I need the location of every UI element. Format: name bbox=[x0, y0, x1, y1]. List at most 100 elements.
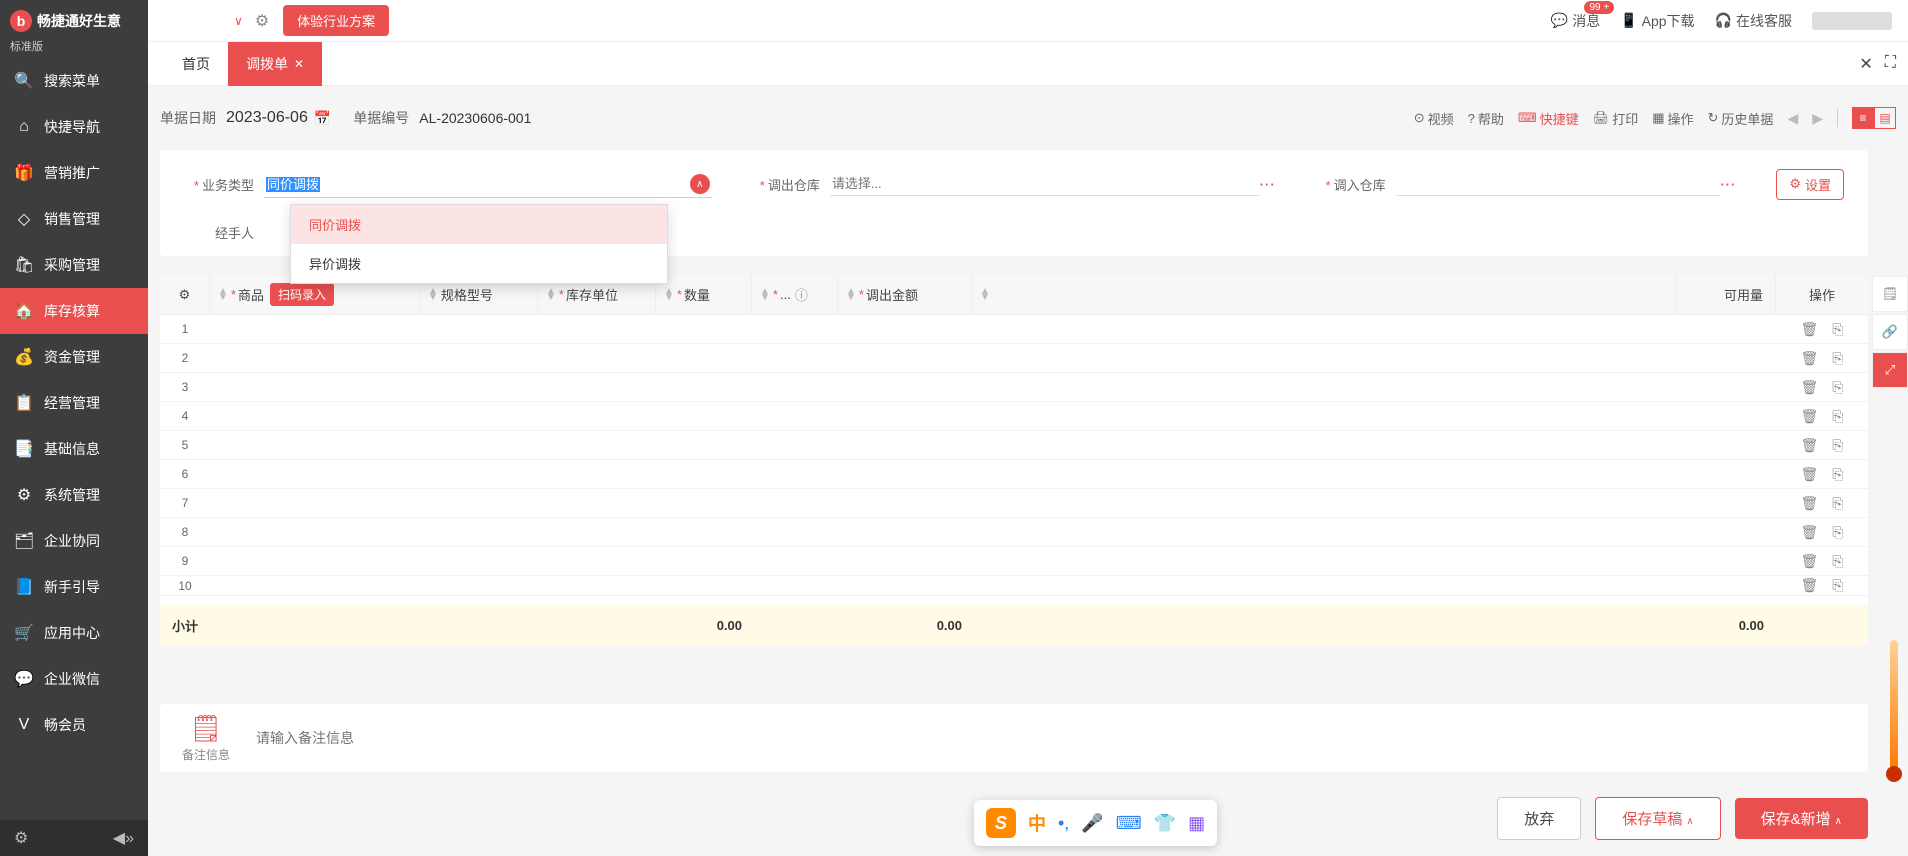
sidebar-item-basicinfo[interactable]: 📑基础信息 bbox=[0, 426, 148, 472]
table-row[interactable]: 8🗑⎘ bbox=[160, 518, 1868, 547]
float-link-icon[interactable]: 🔗 bbox=[1872, 314, 1908, 350]
chevron-down-icon[interactable]: ∨ bbox=[234, 14, 243, 28]
table-row[interactable]: 7🗑⎘ bbox=[160, 489, 1868, 518]
delete-icon[interactable]: 🗑 bbox=[1801, 524, 1819, 541]
collapse-icon[interactable]: ◀» bbox=[113, 828, 134, 848]
copy-icon[interactable]: ⎘ bbox=[1832, 495, 1843, 512]
copy-icon[interactable]: ⎘ bbox=[1832, 577, 1843, 594]
dropdown-option-same-price[interactable]: 同价调拨 bbox=[291, 205, 667, 244]
service-link[interactable]: 🎧 在线客服 bbox=[1715, 11, 1792, 31]
tab-transfer-order[interactable]: 调拨单 ✕ bbox=[228, 42, 322, 86]
table-row[interactable]: 3🗑⎘ bbox=[160, 373, 1868, 402]
copy-icon[interactable]: ⎘ bbox=[1832, 524, 1843, 541]
copy-icon[interactable]: ⎘ bbox=[1832, 408, 1843, 425]
operate-button[interactable]: ▦操作 bbox=[1652, 109, 1693, 128]
ime-skin-icon[interactable]: 👕 bbox=[1154, 813, 1176, 834]
th-out-amount[interactable]: ▲▼*调出金额 bbox=[838, 275, 972, 314]
sidebar-item-operation[interactable]: 📋经营管理 bbox=[0, 380, 148, 426]
delete-icon[interactable]: 🗑 bbox=[1801, 577, 1819, 594]
table-row[interactable]: 10🗑⎘ bbox=[160, 576, 1868, 596]
dropdown-option-diff-price[interactable]: 异价调拨 bbox=[291, 244, 667, 283]
delete-icon[interactable]: 🗑 bbox=[1801, 495, 1819, 512]
sidebar-item-search[interactable]: 🔍搜索菜单 bbox=[0, 58, 148, 104]
ime-toolbar[interactable]: S 中 •, 🎤 ⌨ 👕 ▦ bbox=[974, 800, 1217, 846]
sidebar-item-finance[interactable]: 💰资金管理 bbox=[0, 334, 148, 380]
calendar-icon[interactable]: 📅 bbox=[314, 110, 331, 127]
table-row[interactable]: 2🗑⎘ bbox=[160, 344, 1868, 373]
messages-link[interactable]: 💬 消息 99 + bbox=[1551, 11, 1600, 31]
th-qty[interactable]: ▲▼*数量 bbox=[656, 275, 752, 314]
print-button[interactable]: 🖨打印 bbox=[1593, 109, 1639, 128]
chevron-up-icon[interactable]: ∧ bbox=[690, 174, 710, 194]
next-doc-icon[interactable]: ▶ bbox=[1812, 110, 1823, 127]
in-warehouse-input[interactable] bbox=[1396, 172, 1721, 196]
sidebar-item-guide[interactable]: 📘新手引导 bbox=[0, 564, 148, 610]
copy-icon[interactable]: ⎘ bbox=[1832, 466, 1843, 483]
ime-toolbox-icon[interactable]: ▦ bbox=[1188, 813, 1205, 834]
thermometer-widget[interactable] bbox=[1886, 640, 1902, 800]
app-download-link[interactable]: 📱 App下载 bbox=[1620, 11, 1694, 31]
shortcut-button[interactable]: ⌨快捷键 bbox=[1518, 109, 1579, 128]
tab-home[interactable]: 首页 bbox=[164, 42, 228, 86]
save-draft-button[interactable]: 保存草稿∧ bbox=[1595, 797, 1720, 840]
ellipsis-icon[interactable]: ··· bbox=[1260, 177, 1276, 192]
th-collapsed[interactable]: ▲▼*...ⓘ bbox=[752, 275, 838, 314]
view-list-button[interactable]: ≡ bbox=[1852, 107, 1874, 129]
trial-button[interactable]: 体验行业方案 bbox=[283, 5, 389, 36]
table-row[interactable]: 5🗑⎘ bbox=[160, 431, 1868, 460]
sidebar-item-quicknav[interactable]: ⌂快捷导航 bbox=[0, 104, 148, 150]
th-available[interactable]: 可用量 bbox=[1676, 275, 1776, 314]
ime-keyboard-icon[interactable]: ⌨ bbox=[1116, 813, 1142, 834]
copy-icon[interactable]: ⎘ bbox=[1832, 437, 1843, 454]
ime-lang-toggle[interactable]: 中 bbox=[1028, 810, 1046, 836]
sidebar-item-system[interactable]: ⚙系统管理 bbox=[0, 472, 148, 518]
sidebar-item-sales[interactable]: ◇销售管理 bbox=[0, 196, 148, 242]
history-button[interactable]: ↻历史单据 bbox=[1708, 109, 1774, 128]
sidebar-item-purchase[interactable]: 🛍采购管理 bbox=[0, 242, 148, 288]
delete-icon[interactable]: 🗑 bbox=[1801, 379, 1819, 396]
sidebar-item-marketing[interactable]: 🎁营销推广 bbox=[0, 150, 148, 196]
sidebar-item-enterprise[interactable]: 🗂企业协同 bbox=[0, 518, 148, 564]
sidebar-item-vip[interactable]: V畅会员 bbox=[0, 702, 148, 748]
copy-icon[interactable]: ⎘ bbox=[1832, 553, 1843, 570]
user-avatar[interactable] bbox=[1812, 12, 1892, 30]
video-button[interactable]: ⊙视频 bbox=[1414, 109, 1454, 128]
discard-button[interactable]: 放弃 bbox=[1497, 797, 1581, 840]
copy-icon[interactable]: ⎘ bbox=[1832, 350, 1843, 367]
ime-punct-icon[interactable]: •, bbox=[1058, 813, 1069, 834]
fullscreen-icon[interactable]: ⛶ bbox=[1885, 54, 1896, 74]
delete-icon[interactable]: 🗑 bbox=[1801, 553, 1819, 570]
table-row[interactable]: 1🗑⎘ bbox=[160, 315, 1868, 344]
sidebar-item-inventory[interactable]: 🏠库存核算 bbox=[0, 288, 148, 334]
table-row[interactable]: 9🗑⎘ bbox=[160, 547, 1868, 576]
table-row[interactable]: 4🗑⎘ bbox=[160, 402, 1868, 431]
delete-icon[interactable]: 🗑 bbox=[1801, 350, 1819, 367]
close-icon[interactable]: ✕ bbox=[294, 57, 304, 71]
th-spacer[interactable]: ▲▼ bbox=[972, 275, 1676, 314]
out-warehouse-input[interactable] bbox=[830, 172, 1260, 196]
table-config-icon[interactable]: ⚙ bbox=[160, 275, 210, 314]
date-value[interactable]: 2023-06-06 bbox=[226, 109, 308, 127]
delete-icon[interactable]: 🗑 bbox=[1801, 321, 1819, 338]
delete-icon[interactable]: 🗑 bbox=[1801, 466, 1819, 483]
close-all-icon[interactable]: ✕ bbox=[1859, 54, 1872, 74]
delete-icon[interactable]: 🗑 bbox=[1801, 408, 1819, 425]
ime-voice-icon[interactable]: 🎤 bbox=[1081, 813, 1103, 834]
float-note-icon[interactable]: 🗒 bbox=[1872, 276, 1908, 312]
delete-icon[interactable]: 🗑 bbox=[1801, 437, 1819, 454]
float-expand-icon[interactable]: ⤢ bbox=[1872, 352, 1908, 388]
table-row[interactable]: 6🗑⎘ bbox=[160, 460, 1868, 489]
remarks-input[interactable] bbox=[256, 730, 1852, 746]
sogou-logo-icon[interactable]: S bbox=[986, 808, 1016, 838]
ellipsis-icon[interactable]: ··· bbox=[1720, 177, 1736, 192]
settings-button[interactable]: ⚙设置 bbox=[1776, 169, 1844, 200]
sidebar-item-appstore[interactable]: 🛒应用中心 bbox=[0, 610, 148, 656]
settings-icon[interactable]: ⚙ bbox=[14, 828, 28, 848]
branch-selector[interactable] bbox=[164, 10, 224, 31]
info-icon[interactable]: ⓘ bbox=[795, 285, 808, 304]
help-button[interactable]: ?帮助 bbox=[1468, 109, 1504, 128]
biz-type-input[interactable]: 同价调拨 bbox=[264, 170, 712, 198]
scan-button[interactable]: 扫码录入 bbox=[270, 283, 334, 306]
sidebar-item-wechat[interactable]: 💬企业微信 bbox=[0, 656, 148, 702]
save-new-button[interactable]: 保存&新增∧ bbox=[1735, 798, 1868, 839]
